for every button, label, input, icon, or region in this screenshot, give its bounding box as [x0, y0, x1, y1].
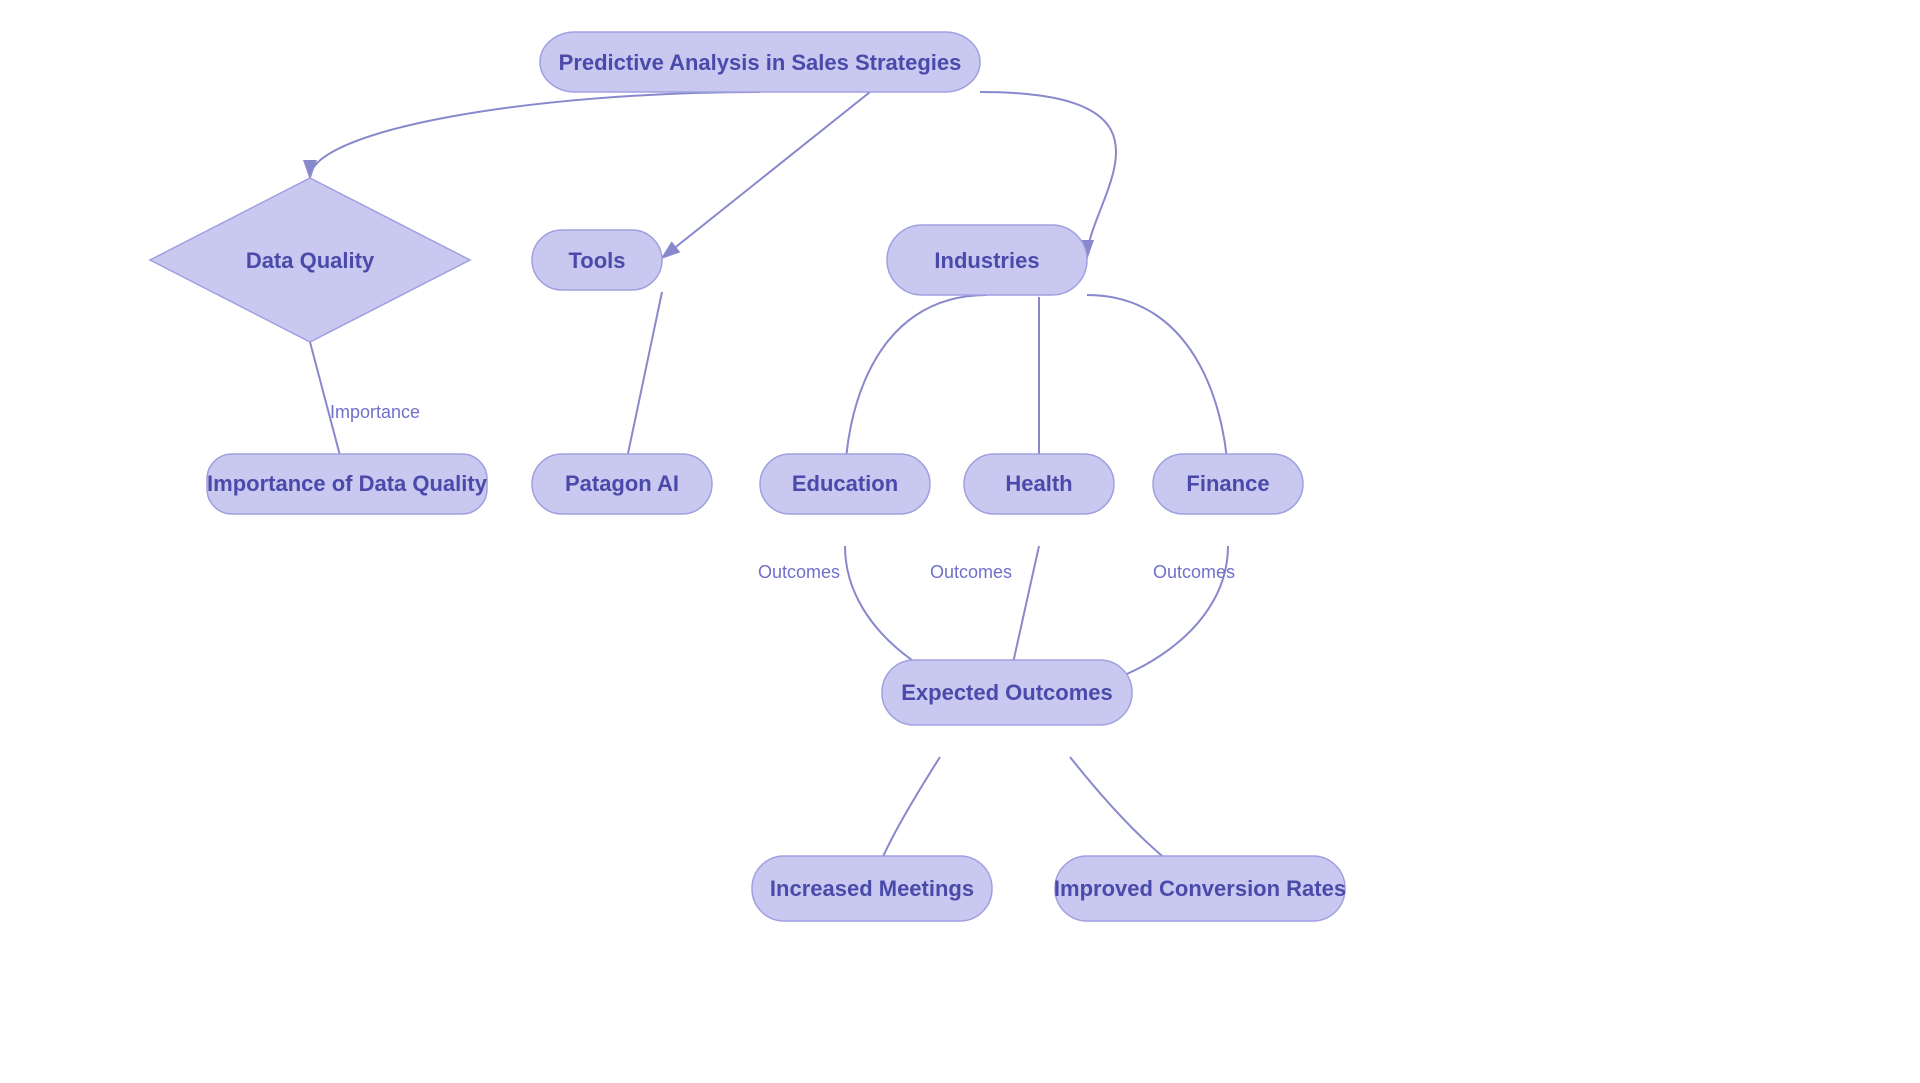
edge-root-dataquality — [310, 92, 760, 178]
node-importance-label: Importance of Data Quality — [207, 471, 488, 496]
edge-label-importance: Importance — [330, 402, 420, 422]
edge-label-outcomes-education: Outcomes — [758, 562, 840, 582]
node-industries-label: Industries — [934, 248, 1039, 273]
edge-label-outcomes-finance: Outcomes — [1153, 562, 1235, 582]
node-patagonai-label: Patagon AI — [565, 471, 679, 496]
node-education-label: Education — [792, 471, 898, 496]
node-root-label: Predictive Analysis in Sales Strategies — [559, 50, 962, 75]
node-finance-label: Finance — [1186, 471, 1269, 496]
edge-root-tools — [662, 92, 870, 258]
node-improved-conversion-label: Improved Conversion Rates — [1054, 876, 1346, 901]
node-health-label: Health — [1005, 471, 1072, 496]
node-tools-label: Tools — [568, 248, 625, 273]
node-dataquality-label: Data Quality — [246, 248, 375, 273]
node-increased-meetings-label: Increased Meetings — [770, 876, 974, 901]
edge-label-outcomes-health: Outcomes — [930, 562, 1012, 582]
node-expected-outcomes-label: Expected Outcomes — [901, 680, 1113, 705]
